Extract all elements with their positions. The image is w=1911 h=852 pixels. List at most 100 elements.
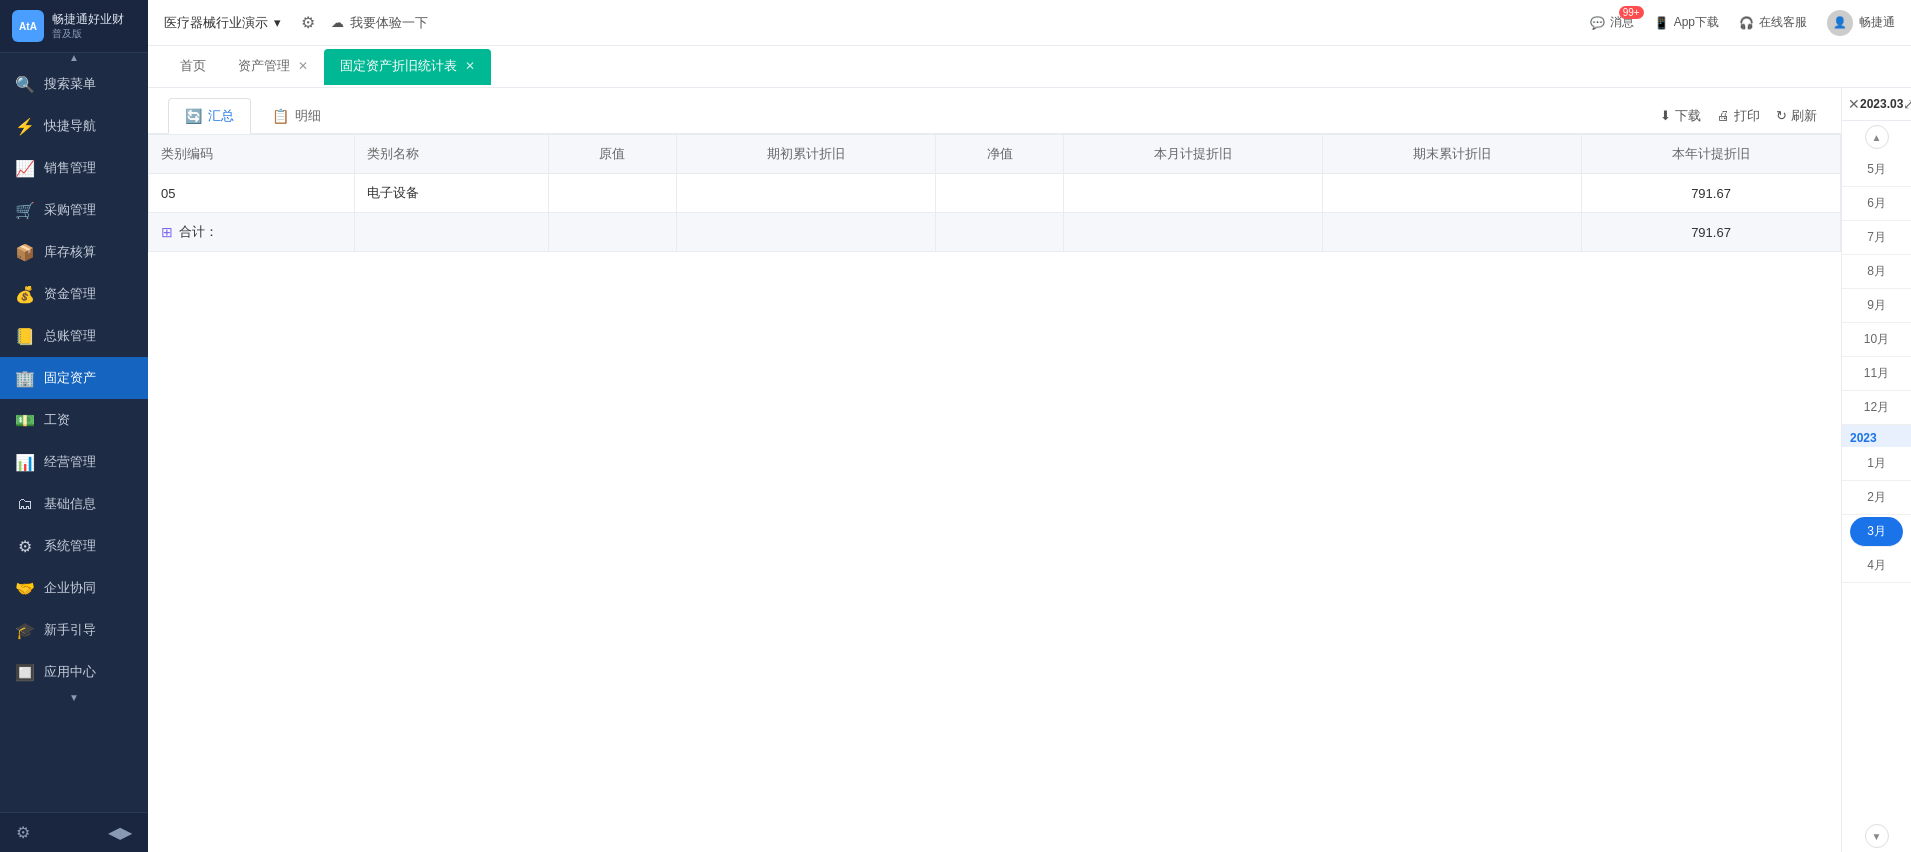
tab-green-close-icon[interactable]: ✕: [465, 59, 475, 73]
month-item-prev-10[interactable]: 10月: [1842, 323, 1911, 357]
refresh-button[interactable]: ↻ 刷新: [1776, 107, 1817, 125]
settings-footer-icon[interactable]: ⚙: [16, 823, 30, 842]
total-period-dep: [1323, 213, 1582, 252]
operations-icon: 📊: [16, 453, 34, 471]
month-item-2023-2[interactable]: 2月: [1842, 481, 1911, 515]
month-item-prev-9[interactable]: 9月: [1842, 289, 1911, 323]
sidebar-item-app-center[interactable]: 🔲 应用中心: [0, 651, 148, 693]
sidebar-item-label: 固定资产: [44, 369, 96, 387]
sidebar-item-label: 总账管理: [44, 327, 96, 345]
month-item-prev-12[interactable]: 12月: [1842, 391, 1911, 425]
year-2023-section: 2023: [1842, 425, 1911, 447]
total-label-cell: ⊞ 合计：: [149, 213, 355, 252]
notifications-button[interactable]: 💬 消息 99+: [1590, 14, 1634, 31]
sidebar-item-sales[interactable]: 📈 销售管理: [0, 147, 148, 189]
finance-icon: 💰: [16, 285, 34, 303]
app-name: 畅捷通好业财: [52, 11, 124, 28]
download-button[interactable]: ⬇ 下载: [1660, 107, 1701, 125]
sub-tab-summary-label: 汇总: [208, 107, 234, 125]
sidebar-item-search[interactable]: 🔍 搜索菜单: [0, 63, 148, 105]
service-label: 在线客服: [1759, 14, 1807, 31]
panel-close-button[interactable]: ✕: [1848, 96, 1860, 112]
tab-home[interactable]: 首页: [164, 49, 222, 85]
sidebar-item-label: 库存核算: [44, 243, 96, 261]
sub-tab-summary[interactable]: 🔄 汇总: [168, 98, 251, 134]
table-header-row: 类别编码 类别名称 原值 期初累计折旧 净值 本月计提折旧 期末累计折旧 本年计…: [149, 135, 1841, 174]
page-content: 🔄 汇总 📋 明细 ⬇ 下载 🖨 打印 ↻: [148, 88, 1911, 852]
sidebar-item-operations[interactable]: 📊 经营管理: [0, 441, 148, 483]
total-net-value: [935, 213, 1063, 252]
sub-tabs: 🔄 汇总 📋 明细 ⬇ 下载 🖨 打印 ↻: [148, 88, 1841, 134]
main-content: 医疗器械行业演示 ▾ ⚙ ☁ 我要体验一下 💬 消息 99+ 📱 App下载 🎧…: [148, 0, 1911, 852]
sidebar-item-label: 工资: [44, 411, 70, 429]
service-button[interactable]: 🎧 在线客服: [1739, 14, 1807, 31]
total-initial-dep: [676, 213, 935, 252]
experience-button[interactable]: ☁ 我要体验一下: [331, 14, 428, 32]
summary-icon: 🔄: [185, 108, 202, 124]
selected-date-label: 2023.03: [1860, 97, 1903, 111]
sidebar-item-finance[interactable]: 💰 资金管理: [0, 273, 148, 315]
topbar-settings-icon[interactable]: ⚙: [301, 13, 315, 32]
sub-tab-detail[interactable]: 📋 明细: [255, 98, 338, 133]
panel-expand-button[interactable]: ⤢: [1903, 96, 1911, 112]
avatar: 👤: [1827, 10, 1853, 36]
username-label: 畅捷通: [1859, 14, 1895, 31]
sidebar-item-system[interactable]: ⚙ 系统管理: [0, 525, 148, 567]
tab-asset-management-label: 资产管理: [238, 57, 290, 75]
month-item-prev-6[interactable]: 6月: [1842, 187, 1911, 221]
sidebar-item-guide[interactable]: 🎓 新手引导: [0, 609, 148, 651]
month-item-2023-1[interactable]: 1月: [1842, 447, 1911, 481]
month-item-2023-4[interactable]: 4月: [1842, 549, 1911, 583]
sidebar-scroll-up[interactable]: ▲: [67, 53, 81, 65]
basic-info-icon: 🗂: [16, 495, 34, 513]
sidebar-scroll-down[interactable]: ▼: [67, 691, 81, 705]
sidebar-item-collaboration[interactable]: 🤝 企业协同: [0, 567, 148, 609]
month-item-prev-5[interactable]: 5月: [1842, 153, 1911, 187]
sidebar-item-ledger[interactable]: 📒 总账管理: [0, 315, 148, 357]
total-text: 合计：: [179, 223, 218, 241]
tabbar: 首页 资产管理 ✕ 固定资产折旧统计表 ✕: [148, 46, 1911, 88]
download-toolbar-label: 下载: [1675, 107, 1701, 125]
month-item-2023-3[interactable]: 3月: [1850, 517, 1903, 547]
tab-home-label: 首页: [180, 57, 206, 75]
topbar-right: 💬 消息 99+ 📱 App下载 🎧 在线客服 👤 畅捷通: [1590, 10, 1895, 36]
total-monthly-dep: [1064, 213, 1323, 252]
sidebar-item-payroll[interactable]: 💵 工资: [0, 399, 148, 441]
scroll-down-button[interactable]: ▼: [1865, 824, 1889, 848]
lightning-icon: ⚡: [16, 117, 34, 135]
search-icon: 🔍: [16, 75, 34, 93]
month-item-prev-7[interactable]: 7月: [1842, 221, 1911, 255]
month-item-prev-8[interactable]: 8月: [1842, 255, 1911, 289]
company-dropdown-icon: ▾: [274, 15, 281, 30]
sidebar-item-basic-info[interactable]: 🗂 基础信息: [0, 483, 148, 525]
sidebar-item-label: 企业协同: [44, 579, 96, 597]
tab-asset-management[interactable]: 资产管理 ✕: [222, 49, 324, 85]
refresh-icon: ↻: [1776, 108, 1787, 123]
cell-name: 电子设备: [355, 174, 549, 213]
sidebar-footer: ⚙ ◀▶: [0, 812, 148, 852]
print-button[interactable]: 🖨 打印: [1717, 107, 1760, 125]
tab-depreciation-report[interactable]: 固定资产折旧统计表 ✕: [324, 49, 491, 85]
download-button[interactable]: 📱 App下载: [1654, 14, 1719, 31]
scroll-up-button[interactable]: ▲: [1865, 125, 1889, 149]
col-period-dep: 期末累计折旧: [1323, 135, 1582, 174]
sidebar-menu: ▲ 🔍 搜索菜单 ⚡ 快捷导航 📈 销售管理 🛒 采购管理 📦 库存核算 💰 资…: [0, 53, 148, 812]
sidebar-item-label: 新手引导: [44, 621, 96, 639]
company-selector[interactable]: 医疗器械行业演示 ▾: [164, 14, 281, 32]
cell-net-value: [935, 174, 1063, 213]
sidebar-item-purchase[interactable]: 🛒 采购管理: [0, 189, 148, 231]
table-row[interactable]: 05 电子设备 791.67: [149, 174, 1841, 213]
sidebar-item-quicknav[interactable]: ⚡ 快捷导航: [0, 105, 148, 147]
download-toolbar-icon: ⬇: [1660, 108, 1671, 123]
tab-close-icon[interactable]: ✕: [298, 59, 308, 73]
collapse-sidebar-icon[interactable]: ◀▶: [108, 823, 132, 842]
user-menu[interactable]: 👤 畅捷通: [1827, 10, 1895, 36]
app-logo: AtA 畅捷通好业财 普及版: [0, 0, 148, 53]
download-icon: 📱: [1654, 16, 1669, 30]
notifications-badge: 99+: [1619, 6, 1644, 19]
month-item-prev-11[interactable]: 11月: [1842, 357, 1911, 391]
sidebar-item-inventory[interactable]: 📦 库存核算: [0, 231, 148, 273]
payroll-icon: 💵: [16, 411, 34, 429]
sidebar-item-fixed-assets[interactable]: 🏢 固定资产: [0, 357, 148, 399]
system-icon: ⚙: [16, 537, 34, 555]
